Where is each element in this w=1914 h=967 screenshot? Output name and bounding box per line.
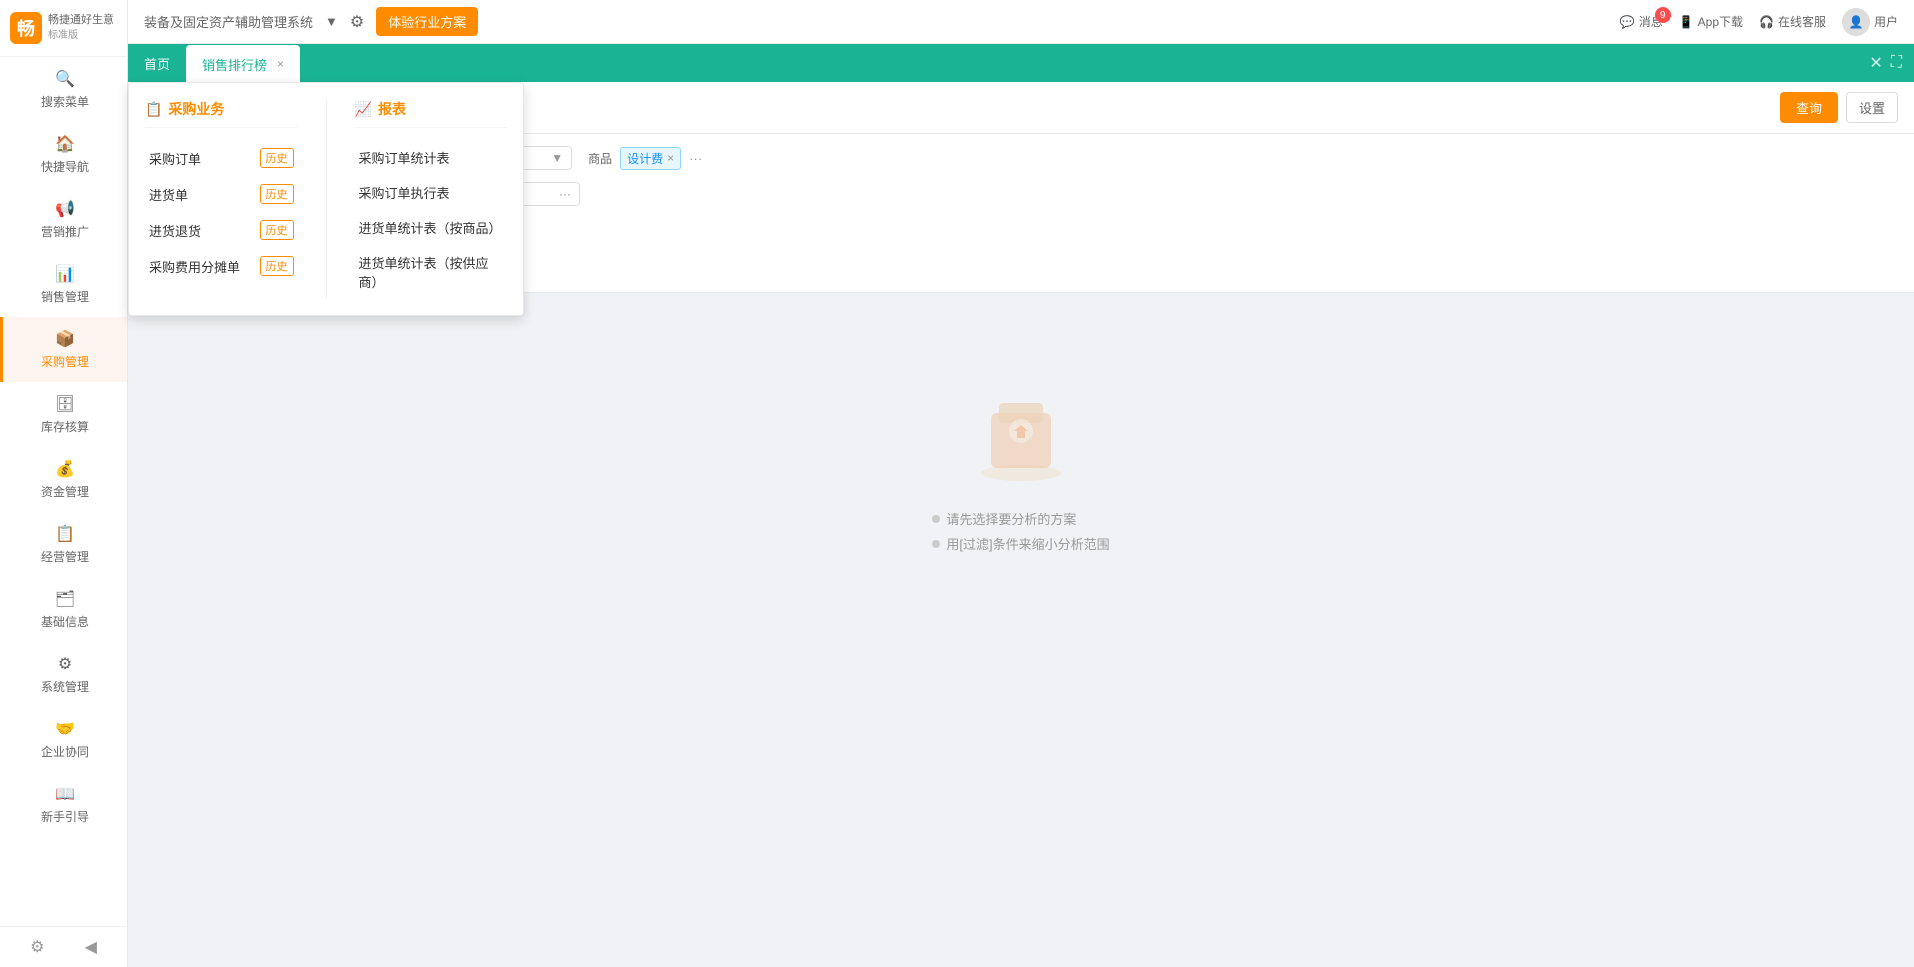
message-button[interactable]: 💬 9 消息 [1620,13,1663,30]
menu-item-purchase-order[interactable]: 采购订单 历史 [145,140,298,176]
empty-dot-1 [932,515,940,523]
sidebar-item-finance[interactable]: 💰 资金管理 [0,447,127,512]
query-button[interactable]: 查询 [1780,92,1838,123]
history-badge-purchase-order: 历史 [260,148,294,168]
menu-divider [326,99,327,299]
dropdown-arrow-button[interactable]: ▼ [325,14,338,29]
sidebar-item-system[interactable]: ⚙ 系统管理 [0,642,127,707]
industry-btn[interactable]: 体验行业方案 [376,7,478,36]
guide-icon: 📖 [55,784,75,804]
empty-text: 请先选择要分析的方案 用[过滤]条件来缩小分析范围 [932,509,1109,559]
logo-icon: 畅 [10,12,42,44]
purchase-section-icon: 📋 [145,101,162,118]
tab-bar-actions: ✕ ⛶ [1869,53,1914,73]
sidebar-item-sales[interactable]: 📊 销售管理 [0,252,127,317]
menu-item-inbound-stats-goods[interactable]: 进货单统计表（按商品） [355,210,508,245]
avatar: 👤 [1842,8,1870,36]
goods-filter: 商品 设计费 × ··· [588,147,702,170]
toolbar-right: 查询 设置 [1780,92,1898,123]
report-section-title: 📈 报表 [355,99,508,128]
salesperson-dropdown-arrow: ··· [559,187,571,201]
sidebar: 畅 畅捷通好生意 标准版 🔍 搜索菜单 🏠 快捷导航 📢 营销推广 📊 销售管理 [0,0,128,967]
sidebar-settings-button[interactable]: ⚙ [30,937,44,957]
finance-icon: 💰 [55,459,75,479]
header-right: 💬 9 消息 📱 App下载 🎧 在线客服 👤 用户 [1620,8,1898,36]
sidebar-bottom: ⚙ ◀ [0,926,127,967]
tab-close-button[interactable]: × [277,57,284,71]
tab-close-all-button[interactable]: ✕ [1869,53,1882,73]
goods-tag: 设计费 × [620,147,681,170]
menu-item-return[interactable]: 进货退货 历史 [145,212,298,248]
goods-more-button[interactable]: ··· [689,151,702,166]
marketing-icon: 📢 [55,199,75,219]
report-menu-section: 📈 报表 采购订单统计表 采购订单执行表 进货单统计表（按商品） 进货单统计表（… [355,99,508,299]
sidebar-item-guide[interactable]: 📖 新手引导 [0,772,127,837]
app-download-button[interactable]: 📱 App下载 [1679,13,1743,30]
sidebar-item-marketing[interactable]: 📢 营销推广 [0,187,127,252]
logo-text: 畅捷通好生意 标准版 [48,13,114,42]
online-service-button[interactable]: 🎧 在线客服 [1759,13,1826,30]
sidebar-item-base-info[interactable]: 🗂 基础信息 [0,577,127,642]
sidebar-item-search[interactable]: 🔍 搜索菜单 [0,57,127,122]
purchase-section-title: 📋 采购业务 [145,99,298,128]
menu-item-expense[interactable]: 采购费用分摊单 历史 [145,248,298,284]
tab-maximize-button[interactable]: ⛶ [1891,54,1902,72]
operations-icon: 📋 [55,524,75,544]
sidebar-item-enterprise[interactable]: 🤝 企业协同 [0,707,127,772]
purchase-dropdown-menu: 📋 采购业务 采购订单 历史 进货单 历史 进货退货 历史 采购费用分摊单 历史… [128,82,524,316]
phone-icon: 📱 [1679,15,1694,29]
headset-icon: 🎧 [1759,15,1774,29]
search-icon: 🔍 [55,69,75,89]
sidebar-nav: 🔍 搜索菜单 🏠 快捷导航 📢 营销推广 📊 销售管理 📦 采购管理 🗄 [0,57,127,926]
status-dropdown-arrow: ▼ [551,151,563,165]
history-badge-inbound: 历史 [260,184,294,204]
tab-bar: 首页 销售排行榜 × ✕ ⛶ [128,44,1914,82]
home-icon: 🏠 [55,134,75,154]
enterprise-icon: 🤝 [55,719,75,739]
sidebar-collapse-button[interactable]: ◀ [85,937,97,957]
system-icon: ⚙ [58,654,72,674]
tab-home[interactable]: 首页 [128,44,186,82]
base-info-icon: 🗂 [55,589,75,609]
empty-state: 请先选择要分析的方案 用[过滤]条件来缩小分析范围 [128,293,1914,639]
system-title: 装备及固定资产辅助管理系统 [144,12,313,31]
sidebar-item-operations[interactable]: 📋 经营管理 [0,512,127,577]
goods-tag-close-button[interactable]: × [667,151,674,165]
inventory-icon: 🗄 [55,394,75,414]
empty-dot-2 [932,540,940,548]
empty-illustration [961,373,1081,493]
sidebar-item-inventory[interactable]: 🗄 库存核算 [0,382,127,447]
sidebar-item-purchase[interactable]: 📦 采购管理 [0,317,127,382]
purchase-icon: 📦 [55,329,75,349]
goods-label: 商品 [588,150,612,167]
sidebar-item-quick-nav[interactable]: 🏠 快捷导航 [0,122,127,187]
purchase-menu-section: 📋 采购业务 采购订单 历史 进货单 历史 进货退货 历史 采购费用分摊单 历史 [145,99,298,299]
tab-sales-ranking[interactable]: 销售排行榜 × [186,45,300,83]
history-badge-expense: 历史 [260,256,294,276]
user-avatar-button[interactable]: 👤 用户 [1842,8,1898,36]
message-icon: 💬 [1620,15,1635,29]
report-section-icon: 📈 [355,101,372,118]
menu-item-inbound-stats-supplier[interactable]: 进货单统计表（按供应商） [355,245,508,299]
menu-item-order-exec[interactable]: 采购订单执行表 [355,175,508,210]
menu-item-inbound[interactable]: 进货单 历史 [145,176,298,212]
settings-button[interactable]: 设置 [1846,92,1898,123]
top-header: 装备及固定资产辅助管理系统 ▼ ⚙ 体验行业方案 💬 9 消息 📱 App下载 … [128,0,1914,44]
header-settings-icon[interactable]: ⚙ [350,12,364,32]
history-badge-return: 历史 [260,220,294,240]
menu-item-order-stats[interactable]: 采购订单统计表 [355,140,508,175]
sidebar-logo: 畅 畅捷通好生意 标准版 [0,0,127,57]
sales-icon: 📊 [55,264,75,284]
